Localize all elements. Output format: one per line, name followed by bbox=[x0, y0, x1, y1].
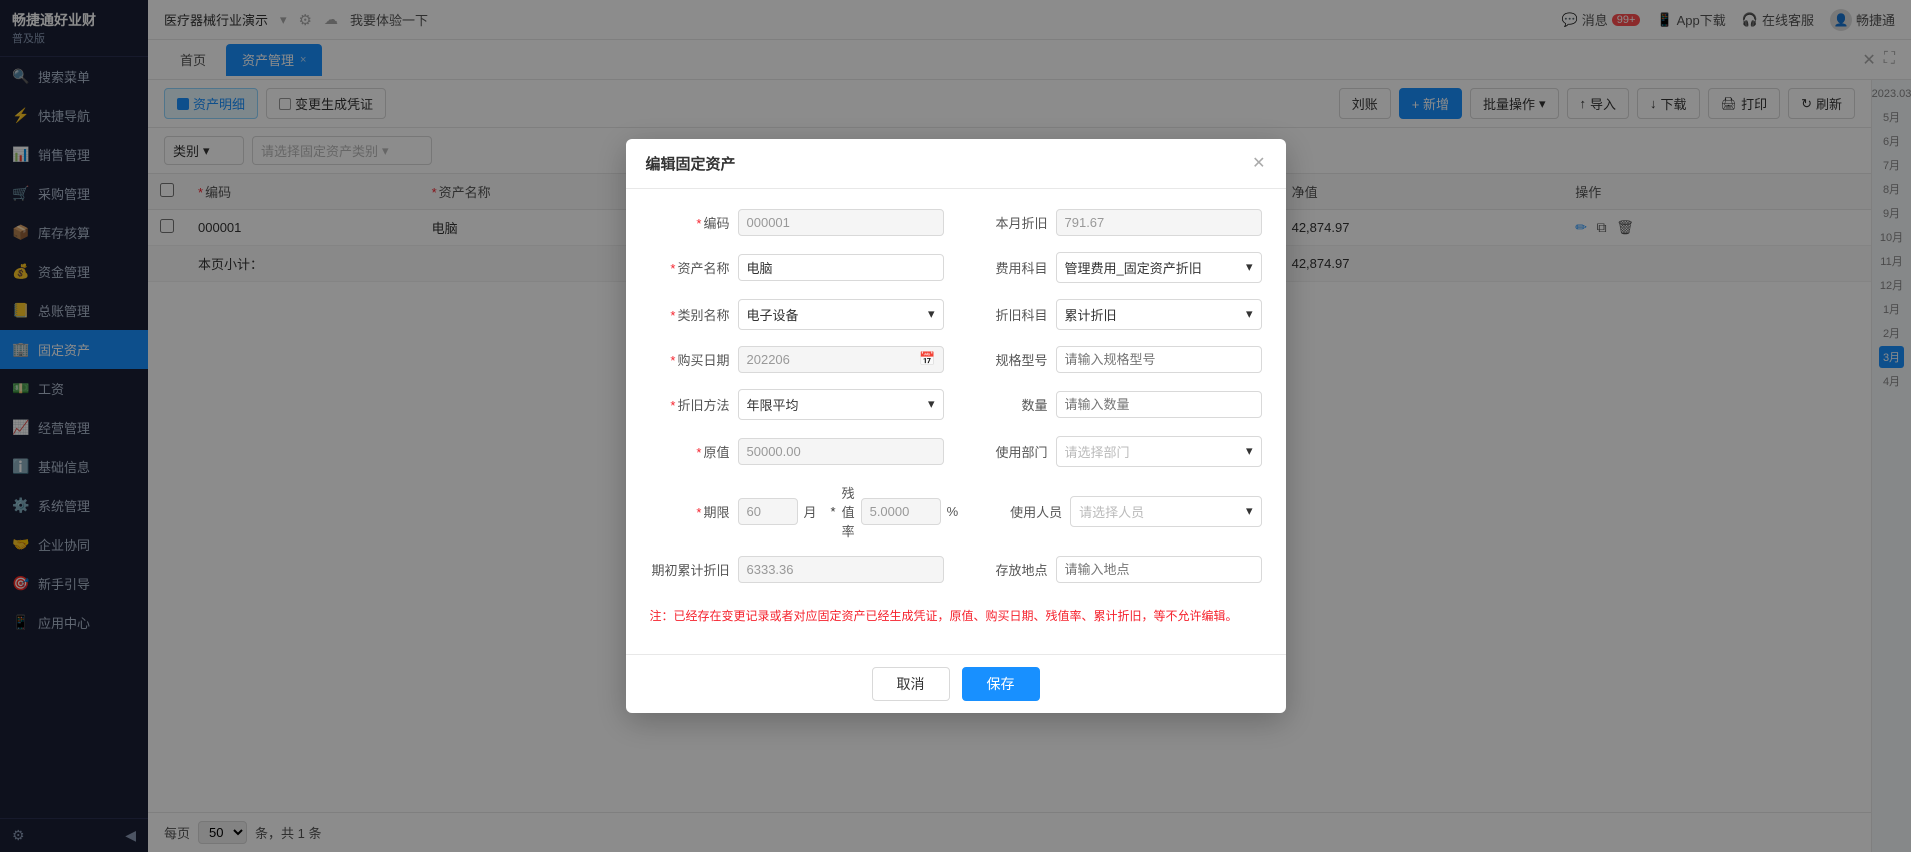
quantity-label: 数量 bbox=[968, 395, 1048, 414]
residual-rate-input[interactable] bbox=[861, 498, 941, 525]
monthly-dep-label: 本月折旧 bbox=[968, 213, 1048, 232]
period-input[interactable] bbox=[738, 498, 798, 525]
original-value-input[interactable] bbox=[738, 438, 944, 465]
user-select[interactable]: 请选择人员 ▾ bbox=[1070, 496, 1261, 527]
user-placeholder: 请选择人员 bbox=[1079, 502, 1144, 521]
expense-account-chevron: ▾ bbox=[1246, 259, 1253, 275]
form-row-4: *购买日期 📅 规格型号 bbox=[650, 346, 1262, 373]
dep-method-chevron: ▾ bbox=[928, 396, 935, 412]
period-unit-label: 月 bbox=[804, 502, 817, 521]
dep-method-value: 年限平均 bbox=[747, 395, 799, 414]
initial-accumulated-input[interactable] bbox=[738, 556, 944, 583]
category-chevron: ▾ bbox=[928, 306, 935, 322]
expense-account-label: 费用科目 bbox=[968, 258, 1048, 277]
period-label: *期限 bbox=[650, 502, 730, 521]
form-row-5: *折旧方法 年限平均 ▾ 数量 bbox=[650, 389, 1262, 420]
form-item-quantity: 数量 bbox=[968, 389, 1262, 420]
save-button[interactable]: 保存 bbox=[962, 667, 1040, 701]
form-row-8: 期初累计折旧 存放地点 bbox=[650, 556, 1262, 583]
dep-account-value: 累计折旧 bbox=[1065, 305, 1117, 324]
initial-accumulated-label: 期初累计折旧 bbox=[650, 560, 730, 579]
code-input[interactable] bbox=[738, 209, 944, 236]
form-item-model: 规格型号 bbox=[968, 346, 1262, 373]
form-item-period-residual: *期限 月 * 残值率 % bbox=[650, 483, 959, 540]
asset-name-input[interactable] bbox=[738, 254, 944, 281]
form-item-user: 使用人员 请选择人员 ▾ bbox=[982, 483, 1261, 540]
cancel-button[interactable]: 取消 bbox=[872, 667, 950, 701]
modal-header: 编辑固定资产 ✕ bbox=[626, 139, 1286, 189]
residual-rate-label: 残值率 bbox=[842, 483, 855, 540]
form-item-category: *类别名称 电子设备 ▾ bbox=[650, 299, 944, 330]
category-label: *类别名称 bbox=[650, 305, 730, 324]
form-row-3: *类别名称 电子设备 ▾ 折旧科目 累计折旧 ▾ bbox=[650, 299, 1262, 330]
department-placeholder: 请选择部门 bbox=[1065, 442, 1130, 461]
form-item-original-value: *原值 bbox=[650, 436, 944, 467]
dep-method-label: *折旧方法 bbox=[650, 395, 730, 414]
category-select[interactable]: 电子设备 ▾ bbox=[738, 299, 944, 330]
form-item-expense-account: 费用科目 管理费用_固定资产折旧 ▾ bbox=[968, 252, 1262, 283]
form-item-dep-method: *折旧方法 年限平均 ▾ bbox=[650, 389, 944, 420]
modal-overlay: 编辑固定资产 ✕ *编码 本月折旧 bbox=[0, 0, 1911, 852]
modal-close-btn[interactable]: ✕ bbox=[1252, 153, 1265, 173]
dep-account-chevron: ▾ bbox=[1246, 306, 1253, 322]
purchase-date-input[interactable] bbox=[738, 346, 944, 373]
period-inline: 月 * 残值率 % bbox=[738, 483, 959, 540]
form-row-2: *资产名称 费用科目 管理费用_固定资产折旧 ▾ bbox=[650, 252, 1262, 283]
calendar-icon[interactable]: 📅 bbox=[919, 351, 935, 367]
asset-name-label: *资产名称 bbox=[650, 258, 730, 277]
form-row-1: *编码 本月折旧 bbox=[650, 209, 1262, 236]
department-select[interactable]: 请选择部门 ▾ bbox=[1056, 436, 1262, 467]
model-input[interactable] bbox=[1056, 346, 1262, 373]
original-value-label: *原值 bbox=[650, 442, 730, 461]
form-item-department: 使用部门 请选择部门 ▾ bbox=[968, 436, 1262, 467]
location-input[interactable] bbox=[1056, 556, 1262, 583]
form-item-code: *编码 bbox=[650, 209, 944, 236]
modal-footer: 取消 保存 bbox=[626, 654, 1286, 713]
model-label: 规格型号 bbox=[968, 350, 1048, 369]
modal-title: 编辑固定资产 bbox=[646, 153, 736, 174]
form-item-asset-name: *资产名称 bbox=[650, 252, 944, 283]
department-label: 使用部门 bbox=[968, 442, 1048, 461]
location-label: 存放地点 bbox=[968, 560, 1048, 579]
edit-asset-modal: 编辑固定资产 ✕ *编码 本月折旧 bbox=[626, 139, 1286, 713]
form-item-initial-accumulated: 期初累计折旧 bbox=[650, 556, 944, 583]
code-label: *编码 bbox=[650, 213, 730, 232]
dep-method-select[interactable]: 年限平均 ▾ bbox=[738, 389, 944, 420]
form-row-6: *原值 使用部门 请选择部门 ▾ bbox=[650, 436, 1262, 467]
form-item-dep-account: 折旧科目 累计折旧 ▾ bbox=[968, 299, 1262, 330]
expense-account-select[interactable]: 管理费用_固定资产折旧 ▾ bbox=[1056, 252, 1262, 283]
dep-account-label: 折旧科目 bbox=[968, 305, 1048, 324]
residual-rate-unit: % bbox=[947, 504, 959, 519]
modal-body: *编码 本月折旧 *资产名称 费用科目 bbox=[626, 189, 1286, 654]
modal-note: 注：已经存在变更记录或者对应固定资产已经生成凭证，原值、购买日期、残值率、累计折… bbox=[650, 599, 1262, 634]
form-item-purchase-date: *购买日期 📅 bbox=[650, 346, 944, 373]
category-value: 电子设备 bbox=[747, 305, 799, 324]
quantity-input[interactable] bbox=[1056, 391, 1262, 418]
dep-account-select[interactable]: 累计折旧 ▾ bbox=[1056, 299, 1262, 330]
purchase-date-wrap: 📅 bbox=[738, 346, 944, 373]
form-item-monthly-dep: 本月折旧 bbox=[968, 209, 1262, 236]
form-item-location: 存放地点 bbox=[968, 556, 1262, 583]
user-chevron: ▾ bbox=[1246, 503, 1253, 519]
form-row-7: *期限 月 * 残值率 % 使用人员 请选择人员 ▾ bbox=[650, 483, 1262, 540]
user-label: 使用人员 bbox=[982, 502, 1062, 521]
expense-account-value: 管理费用_固定资产折旧 bbox=[1065, 258, 1202, 277]
monthly-dep-input[interactable] bbox=[1056, 209, 1262, 236]
purchase-date-label: *购买日期 bbox=[650, 350, 730, 369]
department-chevron: ▾ bbox=[1246, 443, 1253, 459]
